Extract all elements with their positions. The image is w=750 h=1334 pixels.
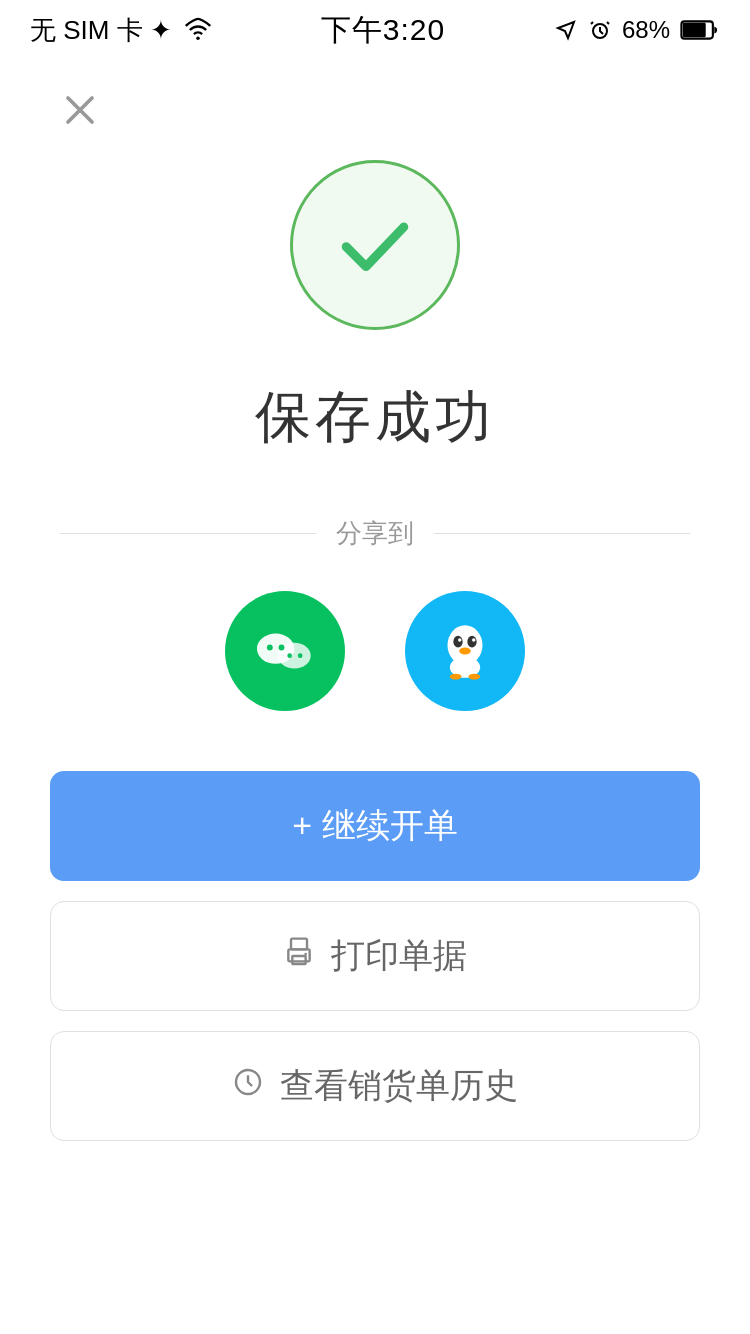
location-icon xyxy=(554,18,578,42)
svg-point-19 xyxy=(450,674,462,680)
svg-point-9 xyxy=(279,645,285,651)
status-right: 68% xyxy=(554,16,720,44)
svg-point-10 xyxy=(287,653,292,658)
history-button[interactable]: 查看销货单历史 xyxy=(50,1031,700,1141)
wifi-icon xyxy=(184,16,212,44)
divider-line-left xyxy=(60,533,316,534)
svg-point-20 xyxy=(469,674,481,680)
svg-point-11 xyxy=(298,653,303,658)
svg-point-8 xyxy=(267,645,273,651)
action-buttons: + 继续开单 打印单据 查看销货单历史 xyxy=(0,771,750,1141)
divider-line-right xyxy=(434,533,690,534)
battery-icon xyxy=(680,19,720,41)
history-icon xyxy=(232,1066,264,1106)
success-title: 保存成功 xyxy=(255,380,495,456)
print-icon xyxy=(283,936,315,976)
svg-point-24 xyxy=(304,953,307,956)
svg-point-14 xyxy=(467,636,476,648)
sim-status: 无 SIM 卡 ✦ xyxy=(30,13,172,48)
battery-percentage: 68% xyxy=(622,16,670,44)
print-label: 打印单据 xyxy=(331,933,467,979)
status-bar: 无 SIM 卡 ✦ 下午3:20 68% xyxy=(0,0,750,60)
svg-point-16 xyxy=(472,638,476,642)
history-label: 查看销货单历史 xyxy=(280,1063,518,1109)
svg-rect-23 xyxy=(292,956,305,964)
qq-share-button[interactable] xyxy=(405,591,525,711)
continue-order-button[interactable]: + 继续开单 xyxy=(50,771,700,881)
status-time: 下午3:20 xyxy=(321,10,445,51)
success-circle xyxy=(290,160,460,330)
wechat-share-button[interactable] xyxy=(225,591,345,711)
svg-point-13 xyxy=(453,636,462,648)
close-button[interactable] xyxy=(50,80,110,140)
share-divider: 分享到 xyxy=(0,516,750,551)
status-left: 无 SIM 卡 ✦ xyxy=(30,13,212,48)
share-label: 分享到 xyxy=(336,516,414,551)
svg-point-17 xyxy=(459,648,471,655)
svg-point-0 xyxy=(196,36,200,40)
share-section: 分享到 xyxy=(0,516,750,711)
print-button[interactable]: 打印单据 xyxy=(50,901,700,1011)
svg-point-15 xyxy=(458,638,462,642)
share-icons xyxy=(225,591,525,711)
main-content: 保存成功 分享到 xyxy=(0,60,750,1141)
alarm-icon xyxy=(588,18,612,42)
svg-rect-21 xyxy=(291,939,307,950)
svg-rect-3 xyxy=(683,23,706,37)
